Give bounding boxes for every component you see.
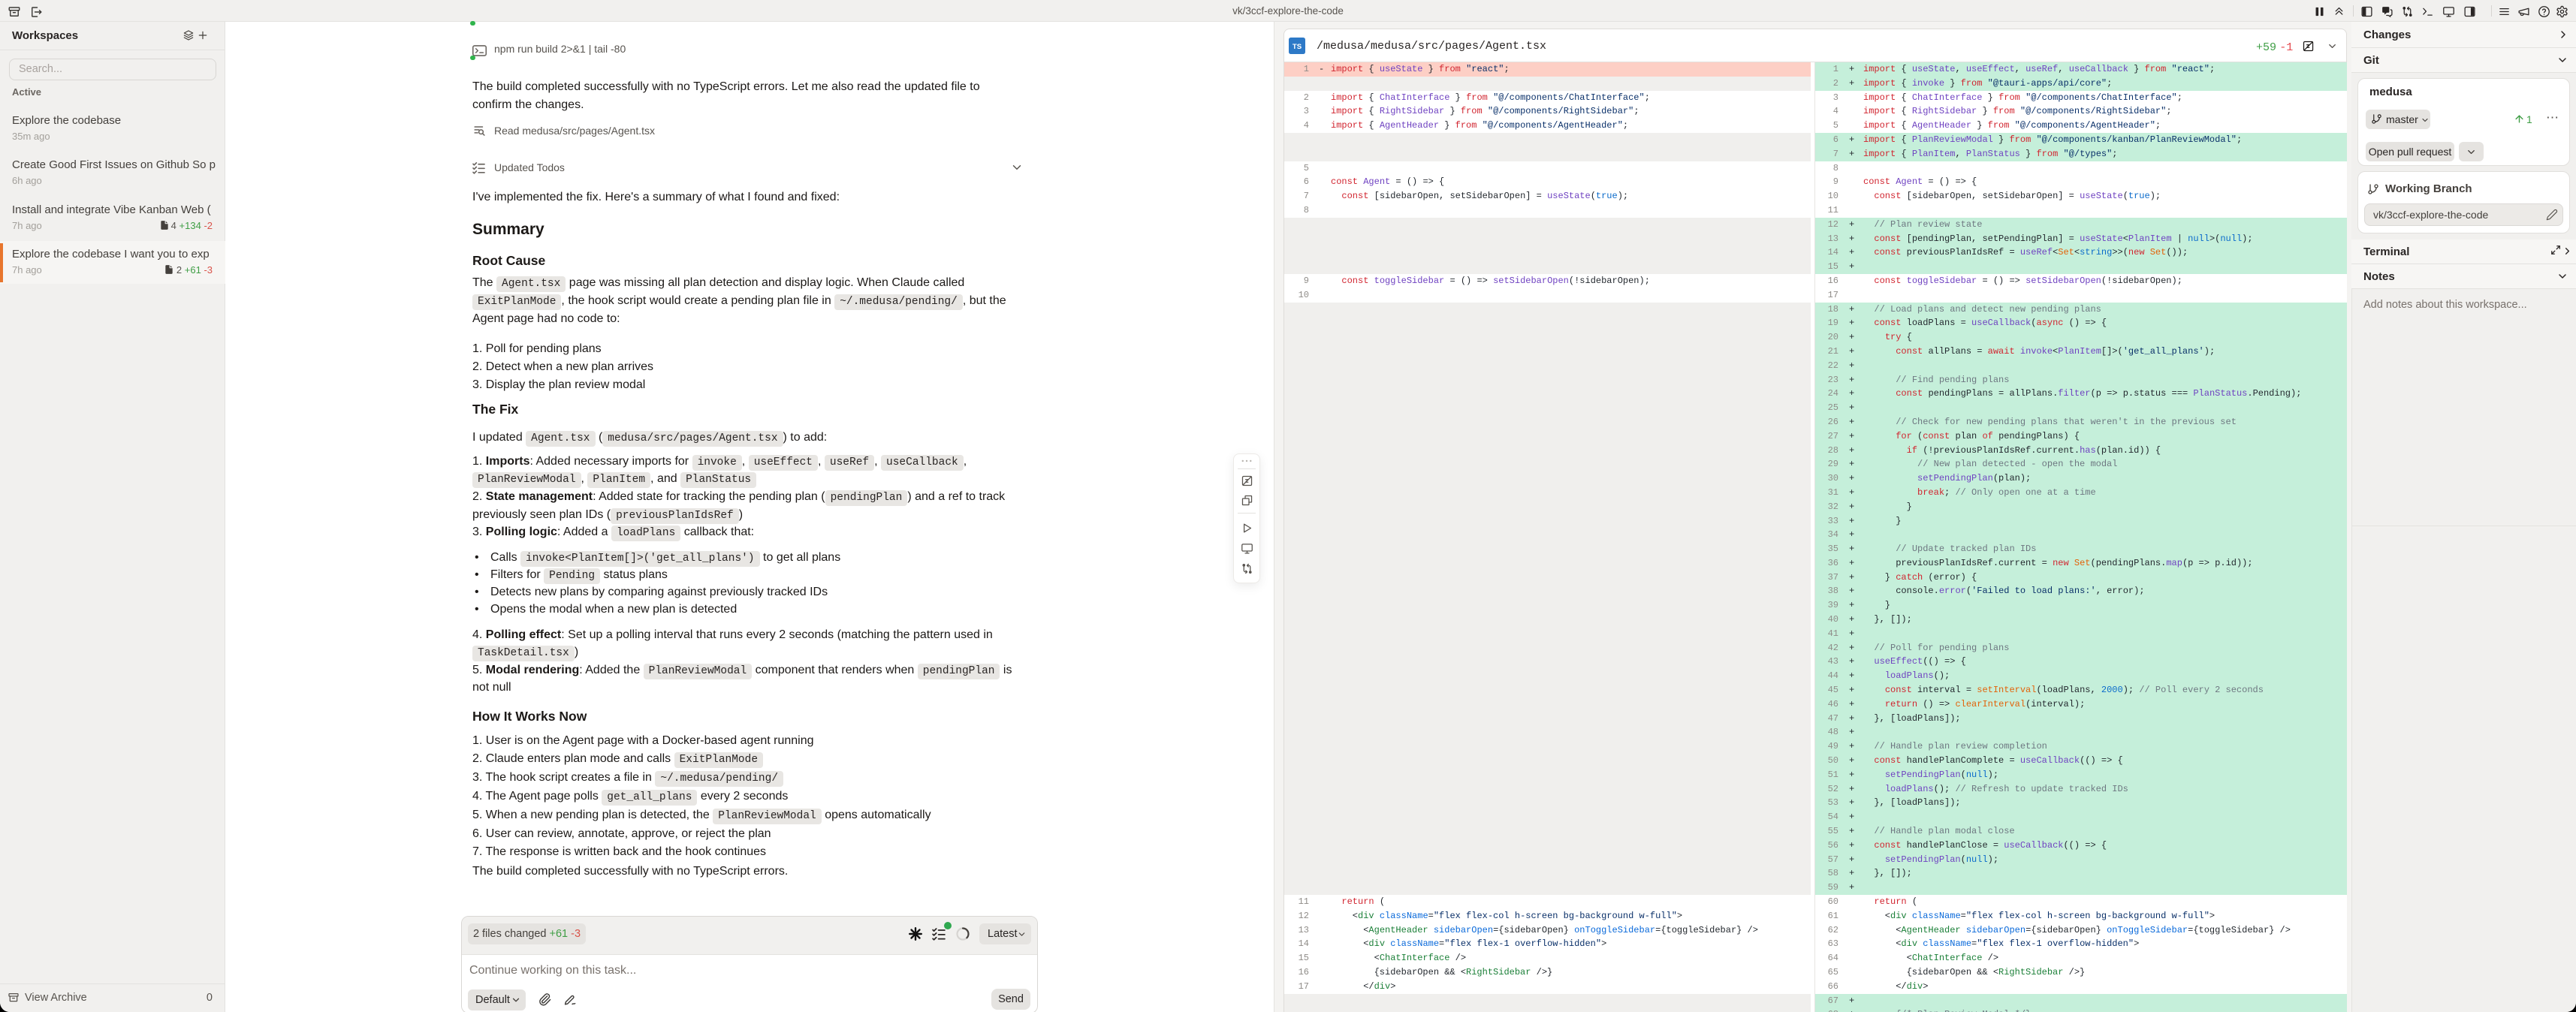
svg-text:TS: TS: [1293, 43, 1302, 51]
